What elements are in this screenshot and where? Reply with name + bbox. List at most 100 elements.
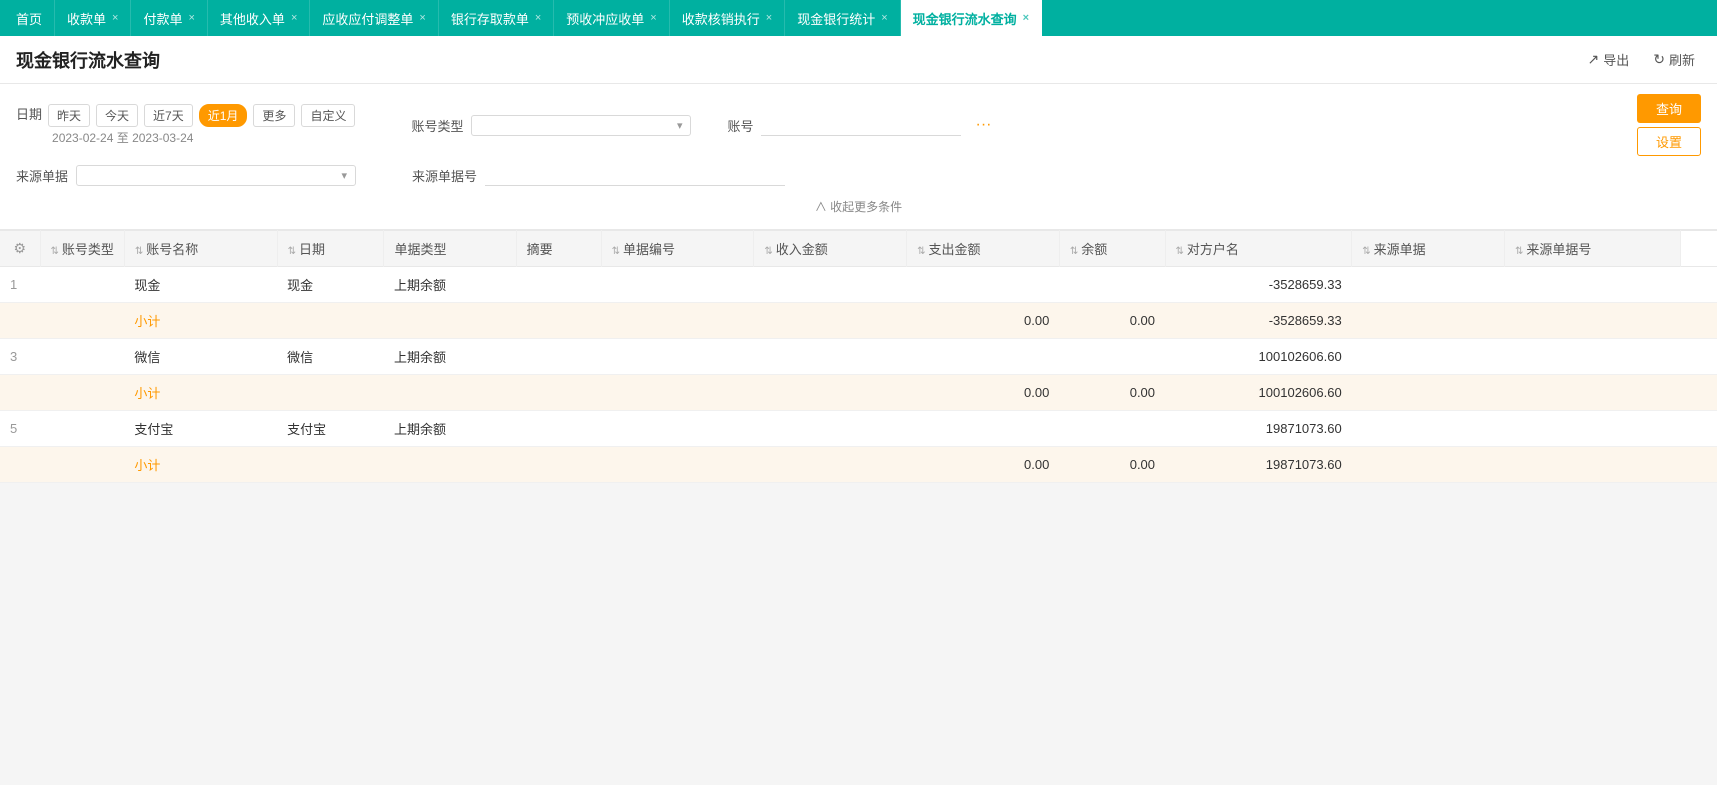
refresh-icon: ↻ [1653, 51, 1665, 68]
cell-expense: 0.00 [1059, 375, 1165, 411]
date-btn-yesterday[interactable]: 昨天 [48, 104, 90, 127]
cell-balance: -3528659.33 [1165, 267, 1352, 303]
th-expense[interactable]: ⇅支出金额 [907, 231, 1060, 267]
cell-account-type: 小计 [124, 447, 277, 483]
source-doc-no-label: 来源单据号 [412, 166, 477, 185]
cell-account-name: 现金 [277, 267, 384, 303]
close-icon[interactable]: × [419, 12, 425, 24]
page-header: 现金银行流水查询 ↗ 导出 ↻ 刷新 [0, 36, 1717, 84]
query-button[interactable]: 查询 [1637, 94, 1701, 123]
nav-bank-deposit[interactable]: 银行存取款单 × [439, 0, 554, 36]
cell-account-name: 支付宝 [277, 411, 384, 447]
cell-counterparty [1352, 303, 1505, 339]
source-doc-select[interactable]: ▾ [76, 165, 356, 186]
cell-source-doc-no [1681, 303, 1717, 339]
date-btn-custom[interactable]: 自定义 [301, 104, 355, 127]
cell-summary [601, 375, 754, 411]
date-btn-today[interactable]: 今天 [96, 104, 138, 127]
page-title: 现金银行流水查询 [16, 47, 160, 73]
nav-other-income[interactable]: 其他收入单 × [208, 0, 310, 36]
cell-date [384, 375, 516, 411]
nav-adjustment[interactable]: 应收应付调整单 × [310, 0, 438, 36]
export-icon: ↗ [1588, 51, 1600, 68]
close-icon[interactable]: × [881, 12, 887, 24]
nav-payment[interactable]: 付款单 × [131, 0, 207, 36]
sort-arrows-icon: ⇅ [1515, 246, 1523, 257]
th-account-type[interactable]: ⇅账号类型 [40, 231, 124, 267]
cell-account-name [277, 447, 384, 483]
sort-arrows-icon: ⇅ [1362, 246, 1370, 257]
dots-button[interactable]: ··· [969, 116, 997, 134]
date-buttons: 昨天 今天 近7天 近1月 更多 自定义 [48, 104, 355, 127]
setting-button[interactable]: 设置 [1637, 127, 1701, 156]
cell-doc-type [516, 447, 601, 483]
nav-prepaid[interactable]: 预收冲应收单 × [554, 0, 669, 36]
date-label: 日期 [16, 104, 42, 123]
th-counterparty[interactable]: ⇅对方户名 [1165, 231, 1352, 267]
close-icon[interactable]: × [766, 12, 772, 24]
cell-summary [601, 339, 754, 375]
date-btn-7days[interactable]: 近7天 [144, 104, 193, 127]
cell-source-doc-no [1681, 447, 1717, 483]
date-filter: 日期 昨天 今天 近7天 近1月 更多 自定义 2023-02-24 至 202… [16, 104, 355, 146]
th-balance[interactable]: ⇅余额 [1059, 231, 1165, 267]
gear-icon[interactable]: ⚙ [13, 240, 26, 256]
close-icon[interactable]: × [112, 12, 118, 24]
sort-arrows-icon: ⇅ [1176, 246, 1184, 257]
table-row: 小计0.000.0019871073.60 [0, 447, 1717, 483]
cell-account-name: 微信 [277, 339, 384, 375]
close-icon[interactable]: × [535, 12, 541, 24]
th-source-doc[interactable]: ⇅来源单据 [1352, 231, 1505, 267]
nav-flow-query[interactable]: 现金银行流水查询 × [901, 0, 1042, 36]
cell-summary [601, 447, 754, 483]
source-doc-label: 来源单据 [16, 166, 68, 185]
source-doc-filter: 来源单据 ▾ [16, 165, 356, 186]
refresh-button[interactable]: ↻ 刷新 [1647, 46, 1701, 73]
row-gear-cell [40, 267, 124, 303]
th-income[interactable]: ⇅收入金额 [754, 231, 907, 267]
th-source-doc-no[interactable]: ⇅来源单据号 [1504, 231, 1680, 267]
account-type-select[interactable]: ▾ [471, 115, 691, 136]
cell-source-doc [1504, 267, 1680, 303]
cell-expense: 0.00 [1059, 447, 1165, 483]
nav-home[interactable]: 首页 [4, 0, 55, 36]
cell-account-type: 支付宝 [124, 411, 277, 447]
cell-counterparty [1352, 447, 1505, 483]
close-icon[interactable]: × [188, 12, 194, 24]
account-input[interactable] [761, 117, 961, 132]
close-icon[interactable]: × [1023, 12, 1029, 24]
nav-verify[interactable]: 收款核销执行 × [670, 0, 785, 36]
date-btn-more[interactable]: 更多 [253, 104, 295, 127]
row-num-cell: 3 [0, 339, 40, 375]
cell-expense [1059, 339, 1165, 375]
row-gear-cell [40, 375, 124, 411]
nav-receipt[interactable]: 收款单 × [55, 0, 131, 36]
cell-doc-type [516, 411, 601, 447]
cell-date [384, 303, 516, 339]
source-doc-no-input[interactable] [485, 167, 785, 182]
cell-date [384, 447, 516, 483]
cell-source-doc [1504, 447, 1680, 483]
close-icon[interactable]: × [650, 12, 656, 24]
nav-stats[interactable]: 现金银行统计 × [785, 0, 900, 36]
cell-source-doc [1504, 375, 1680, 411]
cell-counterparty [1352, 411, 1505, 447]
sort-arrows-icon: ⇅ [51, 246, 59, 257]
collapse-bar[interactable]: ∧ 收起更多条件 [16, 194, 1701, 223]
cell-source-doc-no [1681, 411, 1717, 447]
cell-balance: 100102606.60 [1165, 339, 1352, 375]
cell-account-name [277, 375, 384, 411]
cell-source-doc [1504, 303, 1680, 339]
close-icon[interactable]: × [291, 12, 297, 24]
export-button[interactable]: ↗ 导出 [1582, 46, 1636, 73]
th-doc-no[interactable]: ⇅单据编号 [601, 231, 754, 267]
cell-summary [601, 267, 754, 303]
date-btn-1month[interactable]: 近1月 [199, 104, 248, 127]
cell-income: 0.00 [907, 303, 1060, 339]
cell-account-name [277, 303, 384, 339]
cell-date: 上期余额 [384, 267, 516, 303]
table-body: 1现金现金上期余额-3528659.33小计0.000.00-3528659.3… [0, 267, 1717, 483]
th-date[interactable]: ⇅日期 [277, 231, 384, 267]
th-account-name[interactable]: ⇅账号名称 [124, 231, 277, 267]
row-gear-cell [40, 411, 124, 447]
